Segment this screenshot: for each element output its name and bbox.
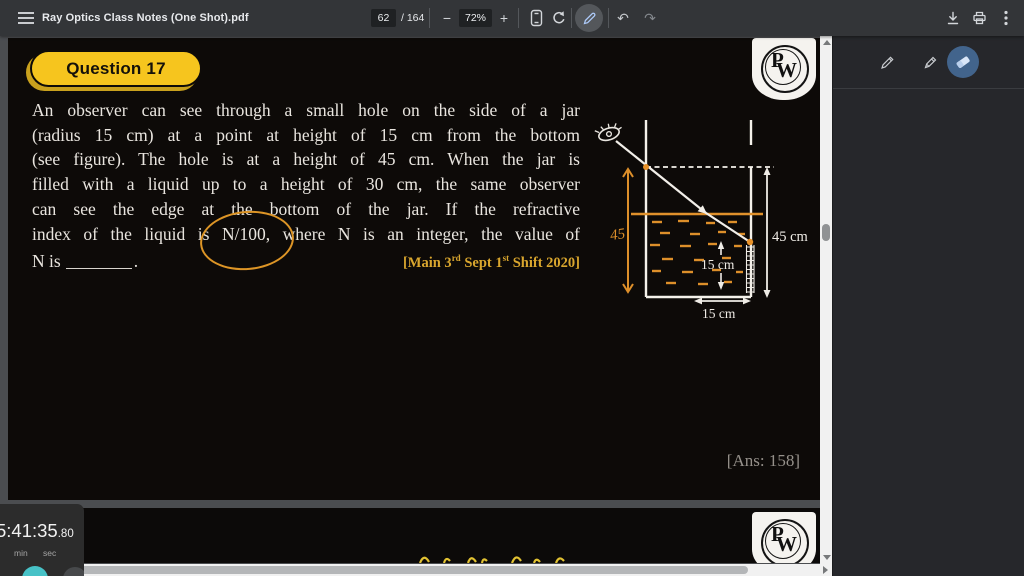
separator	[571, 8, 572, 28]
pencil-tool-button[interactable]	[878, 53, 896, 71]
annotate-button[interactable]	[575, 4, 603, 32]
scroll-down-button[interactable]	[823, 555, 831, 560]
plus-icon: +	[499, 10, 509, 26]
question-text: An observer can see through a small hole…	[32, 98, 580, 276]
question-line: can see the edge at the bottom of the ja…	[32, 198, 580, 219]
label-45-handwritten: 45	[609, 226, 627, 244]
print-icon	[973, 11, 986, 25]
label-15cm-inner: 15 cm	[701, 257, 735, 272]
more-options-button[interactable]	[997, 0, 1015, 36]
stopwatch-overlay: 5:41:35.80 min sec	[0, 504, 84, 576]
answer-label: [Ans: 158]	[726, 451, 800, 470]
stopwatch-min-label: min	[14, 548, 28, 558]
rotate-icon	[553, 11, 565, 24]
answer-blank-line: N is.	[32, 251, 139, 272]
page-number-input[interactable]: 62	[371, 9, 396, 27]
zoom-out-button[interactable]: −	[438, 0, 456, 36]
zoom-level-display: 72%	[459, 9, 492, 27]
question-line: filled with a liquid up to a height of 3…	[32, 174, 580, 195]
dimension-15cm-bottom: 15 cm	[694, 297, 751, 321]
jar-outline	[644, 120, 753, 299]
page-count-label: / 164	[401, 12, 425, 24]
fit-page-icon	[530, 9, 542, 27]
pencil-icon	[880, 55, 894, 69]
pdf-viewer-window: Ray Optics Class Notes (One Shot).pdf 62…	[0, 0, 1024, 576]
more-vertical-icon	[1004, 10, 1008, 26]
dimension-45-handwritten: 45	[609, 167, 634, 294]
label-45cm: 45 cm	[772, 229, 809, 245]
redo-button[interactable]: ↷	[639, 0, 661, 36]
sidebar-divider	[833, 88, 1024, 89]
page2-handwriting-partial	[418, 556, 565, 563]
print-button[interactable]	[969, 0, 990, 36]
redo-icon: ↷	[644, 10, 656, 26]
fill-in-blank	[65, 268, 132, 270]
toolbar: Ray Optics Class Notes (One Shot).pdf 62…	[0, 0, 1024, 36]
label-15cm-bottom: 15 cm	[702, 306, 736, 321]
horizontal-scrollbar[interactable]	[0, 564, 832, 576]
separator	[429, 8, 430, 28]
jar-figure: 45 cm 15 cm 15 cm 45	[594, 120, 809, 321]
question-line: (radius 15 cm) at a point at height of 1…	[32, 124, 580, 145]
scroll-right-button[interactable]	[823, 566, 828, 574]
vertical-scroll-thumb[interactable]	[822, 224, 830, 241]
scroll-up-button[interactable]	[823, 40, 831, 45]
light-ray	[615, 140, 751, 243]
pw-logo-letter-w: W	[776, 58, 797, 82]
pen-tool-button[interactable]	[921, 53, 939, 71]
undo-icon: ↶	[617, 10, 629, 26]
pdf-page-2: P W	[8, 508, 820, 563]
dimension-45cm-right: 45 cm	[763, 167, 809, 298]
question-badge: Question 17	[30, 50, 202, 87]
zoom-in-button[interactable]: +	[495, 0, 513, 36]
undo-button[interactable]: ↶	[612, 0, 634, 36]
minus-icon: −	[442, 10, 452, 26]
eraser-icon	[956, 56, 970, 68]
download-button[interactable]	[943, 0, 963, 36]
separator	[518, 8, 519, 28]
horizontal-scroll-thumb[interactable]	[3, 566, 748, 574]
annotation-sidebar	[832, 36, 1024, 576]
wall-hit-point	[746, 238, 754, 246]
stopwatch-reset-button[interactable]	[63, 567, 84, 576]
separator	[608, 8, 609, 28]
annotate-pen-icon	[583, 12, 595, 24]
document-title: Ray Optics Class Notes (One Shot).pdf	[42, 12, 249, 24]
pdf-page-1: Question 17 P W An observer can see thro…	[8, 38, 820, 500]
stopwatch-time: 5:41:35.80	[0, 520, 74, 541]
observer-eye-icon	[594, 123, 622, 142]
question-line: (see figure). The hole is at a height of…	[32, 149, 580, 170]
pen-icon	[924, 56, 936, 68]
question-line: An observer can see through a small hole…	[32, 100, 580, 120]
stopwatch-start-button[interactable]	[22, 566, 48, 576]
rotate-button[interactable]	[549, 0, 569, 36]
pw-logo-ring: P W	[761, 45, 809, 93]
download-icon	[947, 11, 959, 25]
exam-reference-tag: [Main 3rd Sept 1st Shift 2020]	[402, 253, 580, 272]
pw-logo: P W	[752, 512, 816, 563]
hamburger-icon	[18, 12, 34, 24]
stopwatch-fraction: .80	[57, 528, 74, 540]
menu-button[interactable]	[14, 0, 38, 36]
hole-point	[643, 164, 649, 170]
eraser-tool-button-selected[interactable]	[947, 46, 979, 78]
vertical-scrollbar[interactable]	[820, 36, 832, 564]
stopwatch-sec-label: sec	[43, 548, 57, 558]
fit-page-button[interactable]	[526, 0, 546, 36]
question-last-line: N is. [Main 3rd Sept 1st Shift 2020]	[32, 246, 580, 276]
pw-logo: P W	[752, 38, 816, 100]
question-line: index of the liquid is N/100, where N is…	[32, 223, 580, 244]
pdf-viewer-area: Question 17 P W An observer can see thro…	[0, 36, 832, 576]
